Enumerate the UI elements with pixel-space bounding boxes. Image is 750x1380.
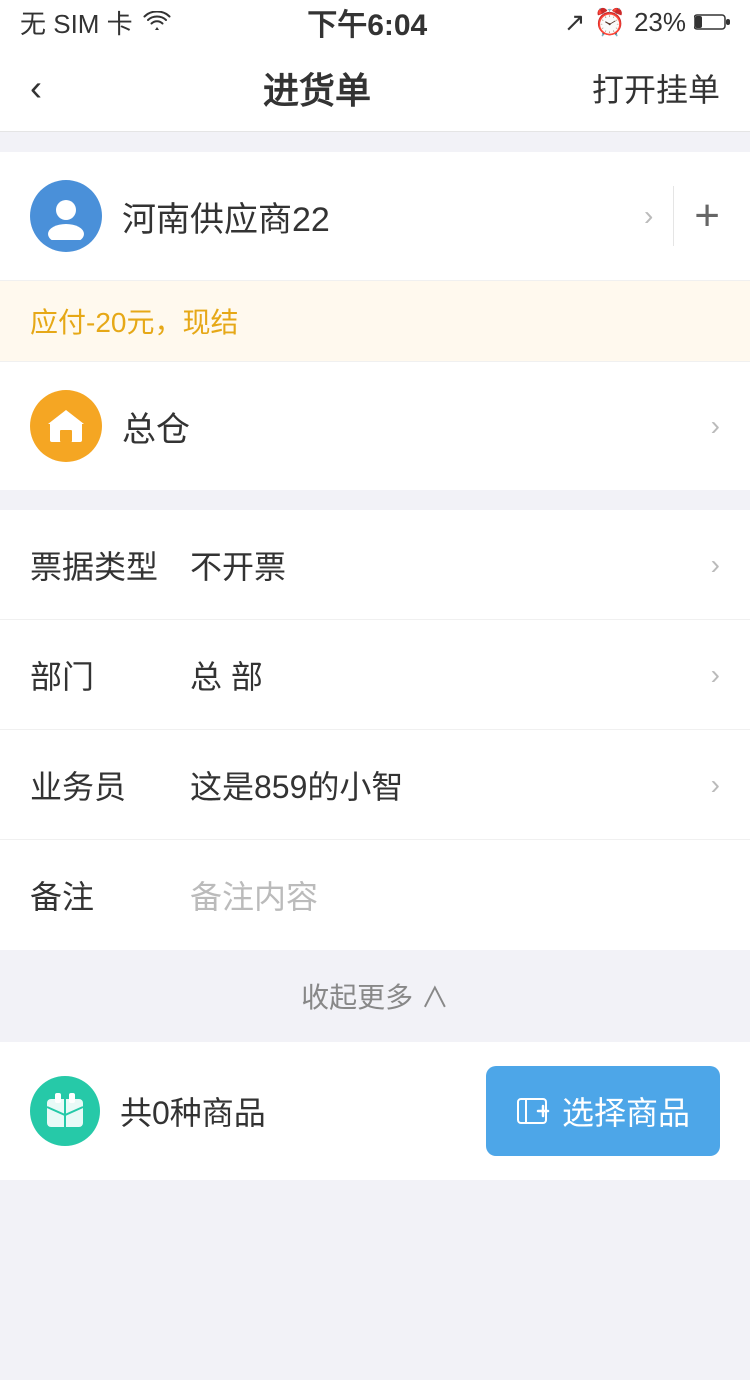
supplier-chevron-icon: ›	[644, 200, 653, 232]
select-product-label: 选择商品	[562, 1088, 690, 1134]
warehouse-row[interactable]: 总仓 ›	[0, 361, 750, 490]
page-title: 进货单	[263, 62, 371, 114]
page-background	[0, 1180, 750, 1380]
open-pending-button[interactable]: 打开挂单	[592, 65, 720, 111]
section-gap-1	[0, 132, 750, 152]
department-value: 总 部	[170, 652, 711, 698]
salesperson-label: 业务员	[30, 762, 170, 808]
notice-bar: 应付-20元，现结	[0, 281, 750, 361]
status-left: 无 SIM 卡	[20, 4, 171, 41]
location-icon: ↗	[564, 7, 586, 38]
invoice-chevron-icon: ›	[711, 549, 720, 581]
salesperson-value: 这是859的小智	[170, 762, 711, 808]
department-chevron-icon: ›	[711, 659, 720, 691]
back-button[interactable]: ‹	[30, 67, 42, 109]
remark-row[interactable]: 备注 备注内容	[0, 840, 750, 950]
carrier-text: 无 SIM 卡	[20, 4, 133, 41]
warehouse-icon-wrap	[30, 390, 102, 462]
vertical-divider	[673, 186, 674, 246]
battery-percent: 23%	[634, 7, 686, 38]
salesperson-row[interactable]: 业务员 这是859的小智 ›	[0, 730, 750, 840]
supplier-row[interactable]: 河南供应商22 › +	[0, 152, 750, 281]
department-row[interactable]: 部门 总 部 ›	[0, 620, 750, 730]
wifi-icon	[143, 7, 171, 38]
remark-input[interactable]: 备注内容	[170, 872, 720, 918]
add-button[interactable]: +	[694, 191, 720, 241]
form-section: 票据类型 不开票 › 部门 总 部 › 业务员 这是859的小智 › 备注 备注…	[0, 510, 750, 950]
invoice-value: 不开票	[170, 542, 711, 588]
invoice-label: 票据类型	[30, 542, 170, 588]
bottom-section: 共0种商品 选择商品	[0, 1042, 750, 1180]
salesperson-chevron-icon: ›	[711, 769, 720, 801]
collapse-label: 收起更多 ∧	[301, 982, 449, 1013]
product-count-text: 共0种商品	[120, 1088, 486, 1134]
status-bar: 无 SIM 卡 下午6:04 ↗ ⏰ 23%	[0, 0, 750, 44]
product-icon-wrap	[30, 1076, 100, 1146]
nav-bar: ‹ 进货单 打开挂单	[0, 44, 750, 132]
department-label: 部门	[30, 652, 170, 698]
collapse-bar[interactable]: 收起更多 ∧	[0, 950, 750, 1042]
remark-label: 备注	[30, 872, 170, 918]
battery-icon	[694, 13, 730, 31]
notice-text: 应付-20元，现结	[30, 307, 238, 338]
status-time: 下午6:04	[307, 0, 427, 44]
supplier-section: 河南供应商22 › + 应付-20元，现结 总仓 ›	[0, 152, 750, 490]
warehouse-name: 总仓	[122, 402, 711, 451]
warehouse-chevron-icon: ›	[711, 410, 720, 442]
supplier-name: 河南供应商22	[122, 192, 644, 241]
select-product-button[interactable]: 选择商品	[486, 1066, 720, 1156]
invoice-row[interactable]: 票据类型 不开票 ›	[0, 510, 750, 620]
supplier-avatar	[30, 180, 102, 252]
status-right: ↗ ⏰ 23%	[564, 7, 730, 38]
alarm-icon: ⏰	[594, 7, 626, 38]
